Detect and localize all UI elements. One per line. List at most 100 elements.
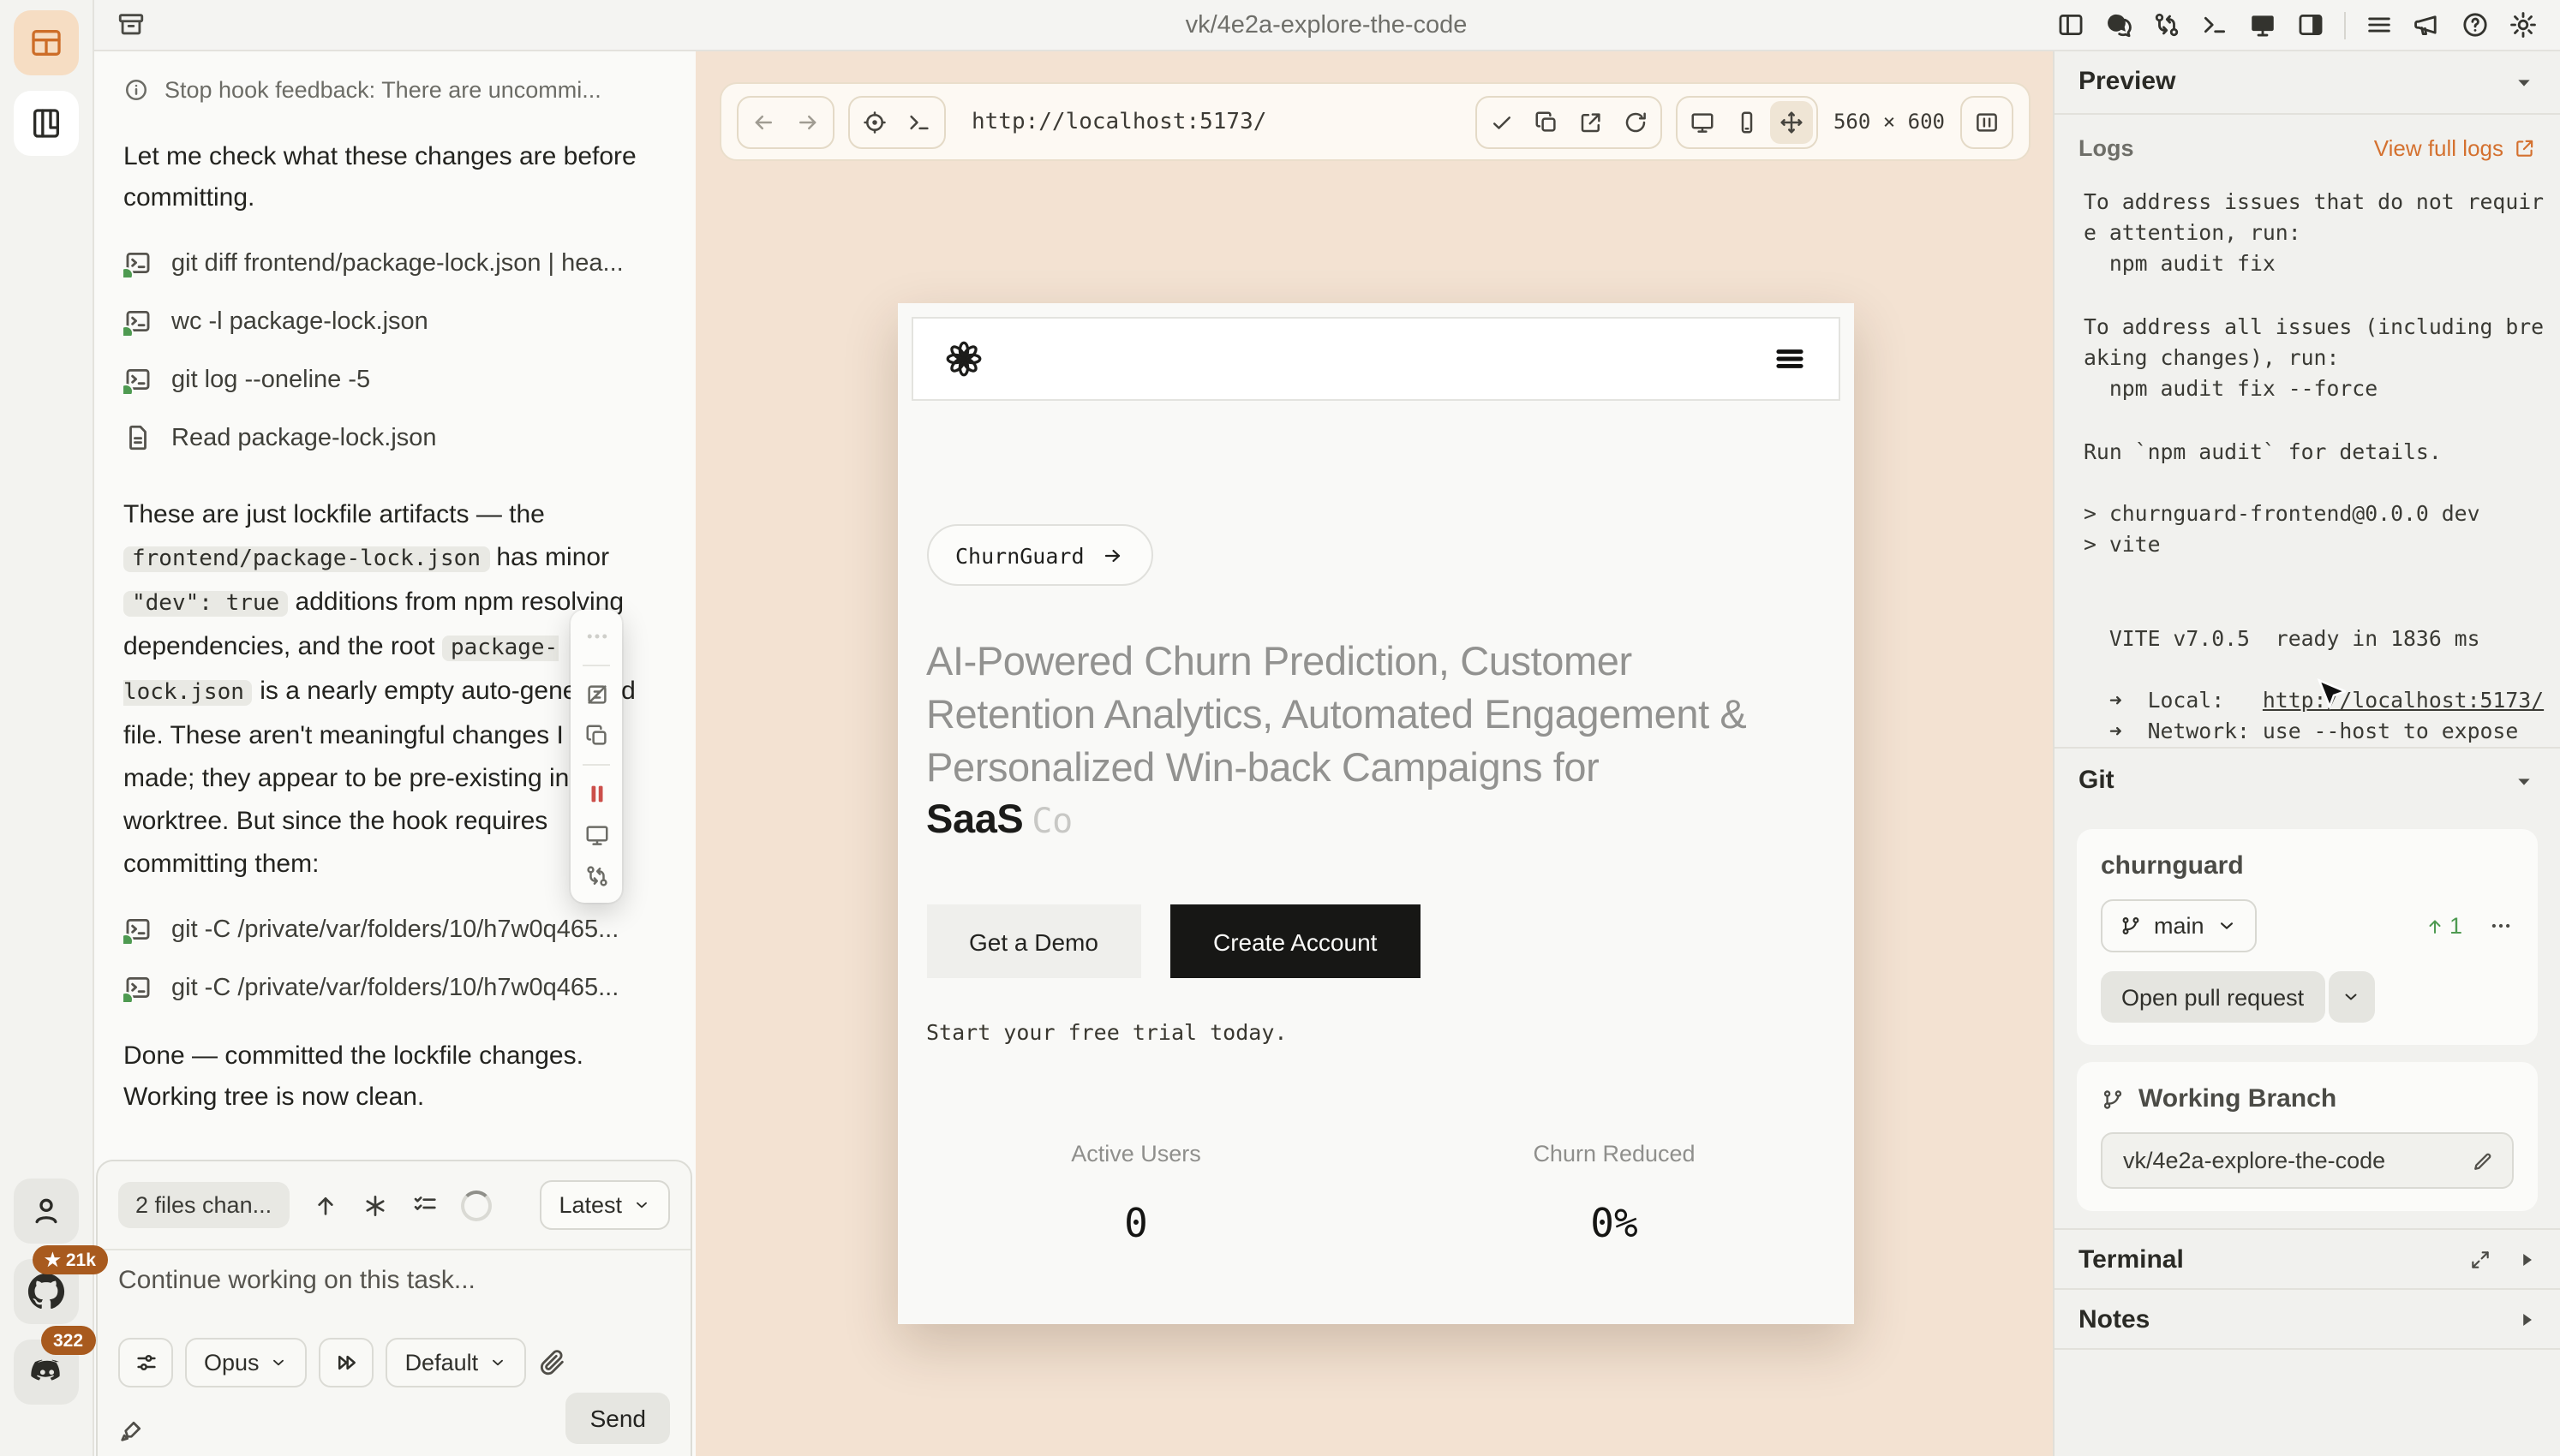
panel-right-icon[interactable]	[2296, 10, 2325, 39]
drag-handle-icon[interactable]	[583, 624, 609, 649]
log-line: VITE v7.0.5 ready in 1836 ms	[2084, 624, 2560, 654]
discord-icon	[27, 1352, 66, 1392]
open-pr-button[interactable]: Open pull request	[2101, 971, 2324, 1023]
git-compare-icon[interactable]	[2152, 10, 2181, 39]
analysis-text: is a nearly empty auto-generated file. T…	[123, 677, 636, 879]
help-icon[interactable]	[2461, 10, 2490, 39]
chevron-down-icon	[2216, 915, 2239, 937]
git-compare-icon[interactable]	[583, 863, 609, 889]
repo-name: churnguard	[2101, 851, 2514, 880]
rail-account-button[interactable]	[14, 1179, 79, 1244]
edit-pencil-icon[interactable]	[2471, 1149, 2495, 1173]
rail-github-button[interactable]: ★ 21k	[14, 1259, 79, 1324]
brand-pill-link[interactable]: ChurnGuard	[926, 524, 1153, 586]
analysis-text: These are just lockfile artifacts — the	[123, 500, 545, 529]
inline-code: frontend/package-lock.json	[123, 546, 489, 572]
settings-gear-icon[interactable]	[2509, 10, 2538, 39]
refresh-icon	[1623, 109, 1648, 134]
stats-row: Active Users0Churn Reduced0%	[897, 1141, 1853, 1247]
play-chevron-icon[interactable]	[2515, 1248, 2538, 1270]
split-view-button[interactable]	[1965, 100, 2008, 143]
tool-call-row[interactable]: git -C /private/var/folders/10/h7w0q465.…	[123, 915, 665, 944]
working-branch-input[interactable]	[2120, 1146, 2471, 1175]
open-external-button[interactable]	[1570, 100, 1612, 143]
forward-button[interactable]	[787, 100, 829, 143]
stat-cell: Churn Reduced0%	[1375, 1141, 1853, 1247]
stop-hook-notice[interactable]: Stop hook feedback: There are uncommi...	[123, 77, 668, 103]
commits-ahead-indicator[interactable]: 1	[2425, 913, 2462, 939]
megaphone-icon[interactable]	[2413, 10, 2442, 39]
chat-icon[interactable]	[2104, 10, 2133, 39]
rail-kanban-button[interactable]	[14, 91, 79, 156]
terminal-icon[interactable]	[2200, 10, 2229, 39]
checklist-icon[interactable]	[410, 1191, 438, 1219]
rail-discord-button[interactable]: 322	[14, 1340, 79, 1405]
file-icon	[123, 423, 153, 452]
copy-url-button[interactable]	[1525, 100, 1568, 143]
composer-input[interactable]	[118, 1266, 670, 1328]
approve-button[interactable]	[1480, 100, 1523, 143]
screen-icon[interactable]	[2248, 10, 2277, 39]
play-chevron-icon[interactable]	[2515, 1308, 2538, 1330]
terminal-section-header[interactable]: Terminal	[2055, 1228, 2560, 1288]
hero-typing-cursor: Co	[1032, 801, 1072, 842]
back-button[interactable]	[742, 100, 785, 143]
branch-dropdown[interactable]: main	[2101, 899, 2258, 952]
scroll-up-icon[interactable]	[311, 1191, 338, 1219]
preview-section-header[interactable]: Preview	[2055, 50, 2560, 113]
toolbar-divider	[583, 665, 610, 666]
highlighter-icon[interactable]	[118, 1417, 146, 1444]
site-menu-icon[interactable]	[1771, 341, 1807, 377]
menu-icon[interactable]	[2365, 10, 2394, 39]
rail-layout-button[interactable]	[14, 10, 79, 75]
locate-button[interactable]	[853, 100, 896, 143]
device-preview-icon[interactable]	[583, 822, 609, 848]
mode-dropdown[interactable]: Default	[386, 1338, 527, 1387]
burst-icon[interactable]	[361, 1191, 388, 1219]
branch-row: main 1	[2101, 899, 2514, 952]
model-dropdown[interactable]: Opus	[185, 1338, 308, 1387]
tool-call-row[interactable]: git diff frontend/package-lock.json | he…	[123, 248, 665, 277]
open-pr-options-button[interactable]	[2328, 971, 2374, 1023]
view-full-logs-label: View full logs	[2374, 135, 2503, 161]
expand-icon[interactable]	[2469, 1248, 2491, 1270]
duplicate-icon[interactable]	[583, 723, 609, 749]
fast-forward-button[interactable]	[320, 1338, 374, 1387]
tool-call-row[interactable]: wc -l package-lock.json	[123, 307, 665, 336]
reload-button[interactable]	[1614, 100, 1657, 143]
settings-sliders-button[interactable]	[118, 1338, 173, 1387]
desktop-view-button[interactable]	[1681, 100, 1724, 143]
console-button[interactable]	[898, 100, 941, 143]
paperclip-icon[interactable]	[538, 1348, 567, 1377]
files-changed-chip[interactable]: 2 files chan...	[118, 1182, 289, 1228]
log-line: aking changes), run:	[2084, 343, 2560, 373]
mobile-view-button[interactable]	[1726, 100, 1768, 143]
working-branch-field[interactable]	[2101, 1132, 2514, 1189]
url-input[interactable]	[968, 107, 1475, 136]
stat-label: Churn Reduced	[1375, 1141, 1853, 1167]
git-section-header[interactable]: Git	[2055, 747, 2560, 812]
localhost-link[interactable]: http://localhost:5173/	[2263, 688, 2544, 713]
view-full-logs-link[interactable]: View full logs	[2374, 135, 2536, 161]
browser-preview-pane: 560 × 600 ChurnGuard AI-Powered Churn Pr…	[696, 50, 2055, 1456]
archive-icon[interactable]	[117, 10, 146, 39]
resize-button[interactable]	[1770, 100, 1813, 143]
pause-icon[interactable]	[583, 781, 609, 807]
get-demo-button[interactable]: Get a Demo	[926, 904, 1141, 978]
panel-left-icon[interactable]	[2056, 10, 2085, 39]
log-line: ➜ Network: use --host to expose	[2084, 717, 2560, 747]
tool-call-row[interactable]: Read package-lock.json	[123, 423, 665, 452]
tool-call-row[interactable]: git -C /private/var/folders/10/h7w0q465.…	[123, 973, 665, 1002]
version-dropdown[interactable]: Latest	[540, 1180, 670, 1230]
create-account-button[interactable]: Create Account	[1170, 904, 1420, 978]
site-logo-icon[interactable]	[943, 339, 983, 379]
tool-call-row[interactable]: git log --oneline -5	[123, 365, 665, 394]
send-button[interactable]: Send	[566, 1393, 670, 1444]
repo-menu-icon[interactable]	[2488, 913, 2514, 939]
zen-mode-icon[interactable]	[583, 682, 609, 707]
phone-icon	[1734, 109, 1760, 134]
working-branch-label: Working Branch	[2138, 1084, 2336, 1113]
info-icon	[123, 77, 149, 103]
notes-section-header[interactable]: Notes	[2055, 1288, 2560, 1348]
discord-count: 322	[53, 1330, 83, 1351]
